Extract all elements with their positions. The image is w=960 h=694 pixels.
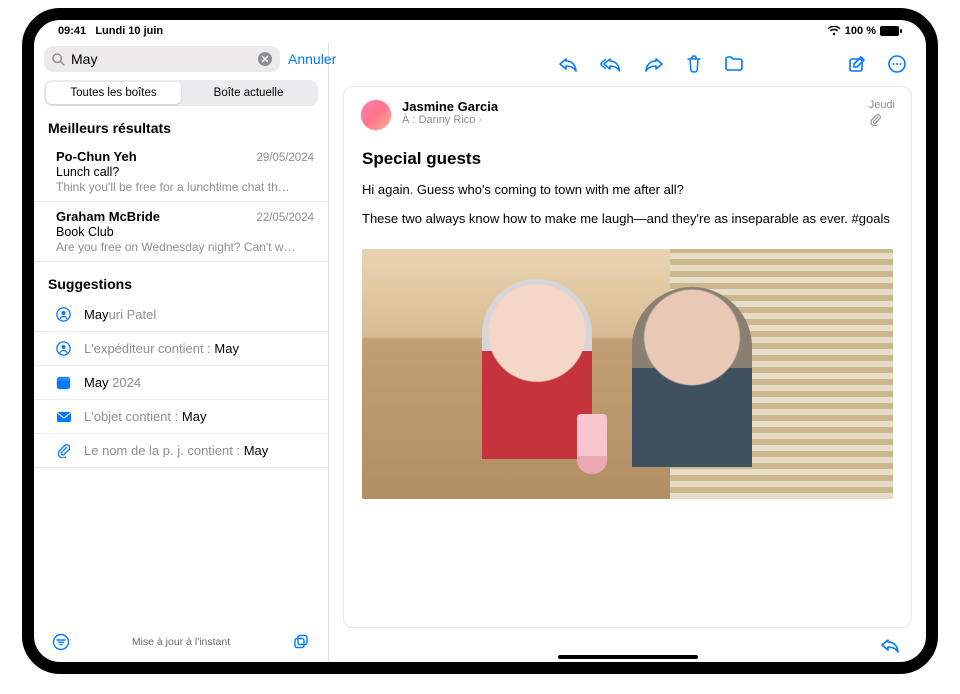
suggestion-item[interactable]: L'expéditeur contient : May [34,332,328,366]
sender-avatar[interactable] [360,99,392,131]
content-pane: ••• [329,42,926,662]
envelope-icon [56,411,74,423]
person-circle-icon [56,307,74,322]
message-body: Hi again. Guess who's coming to town wit… [344,177,911,249]
message-date: Jeudi [869,99,895,111]
search-icon [52,53,65,66]
person-circle-icon [56,341,74,356]
result-item[interactable]: Po-Chun Yeh 29/05/2024 Lunch call? Think… [34,142,328,202]
suggestion-item[interactable]: Le nom de la p. j. contient : May [34,434,328,468]
segment-current-box[interactable]: Boîte actuelle [181,82,316,104]
filter-icon[interactable] [52,633,70,651]
sidebar-status-text: Mise à jour à l'instant [132,636,230,648]
reply-icon[interactable] [558,56,578,72]
status-time: 09:41 [58,25,86,37]
message-card: Jasmine Garcia À : Danny Rico › Jeudi [343,86,912,628]
result-date: 29/05/2024 [256,152,314,164]
sidebar: Annuler Toutes les boîtes Boîte actuelle… [34,42,329,662]
wifi-icon [827,26,841,36]
section-title-best: Meilleurs résultats [34,116,328,142]
result-sender: Graham McBride [56,209,160,224]
message-subject: Special guests [344,137,911,177]
result-sender: Po-Chun Yeh [56,149,137,164]
best-results-list: Po-Chun Yeh 29/05/2024 Lunch call? Think… [34,142,328,622]
forward-icon[interactable] [644,56,664,72]
result-item[interactable]: Graham McBride 22/05/2024 Book Club Are … [34,202,328,262]
status-date: Lundi 10 juin [95,25,163,37]
trash-icon[interactable] [686,55,702,73]
home-indicator[interactable] [558,655,698,659]
result-date: 22/05/2024 [256,212,314,224]
sidebar-footer: Mise à jour à l'instant [34,622,328,662]
message-photo-attachment[interactable] [362,249,893,499]
suggestion-item[interactable]: L'objet contient : May [34,400,328,434]
chevron-right-icon: › [478,114,482,126]
quick-reply-icon[interactable] [880,637,900,653]
suggestion-item[interactable]: Mayuri Patel [34,298,328,332]
result-subject: Book Club [56,225,314,239]
message-from[interactable]: Jasmine Garcia [402,99,859,114]
result-subject: Lunch call? [56,165,314,179]
more-ellipsis-icon[interactable] [888,55,906,73]
search-field[interactable] [44,46,280,72]
message-toolbar [329,42,926,86]
section-title-suggestions: Suggestions [34,262,328,298]
battery-icon [880,26,902,36]
reply-all-icon[interactable] [600,56,622,72]
segment-all-boxes[interactable]: Toutes les boîtes [46,82,181,104]
result-preview: Think you'll be free for a lunchtime cha… [56,180,314,194]
message-to[interactable]: À : Danny Rico › [402,114,859,126]
suggestions-list: Mayuri Patel L'expéditeur contient : May… [34,298,328,468]
calendar-icon [56,375,74,390]
mailboxes-icon[interactable] [292,633,310,651]
suggestion-item[interactable]: May 2024 [34,366,328,400]
result-preview: Are you free on Wednesday night? Can't w… [56,240,314,254]
compose-icon[interactable] [848,55,866,73]
paperclip-icon [56,443,74,458]
attachment-icon [869,113,895,126]
search-input[interactable] [71,51,252,67]
move-folder-icon[interactable] [724,56,744,72]
status-bar: 09:41 Lundi 10 juin 100 % [34,20,926,42]
mailbox-scope-segmented[interactable]: Toutes les boîtes Boîte actuelle [44,80,318,106]
battery-percent: 100 % [845,25,876,37]
clear-search-icon[interactable] [258,52,272,66]
